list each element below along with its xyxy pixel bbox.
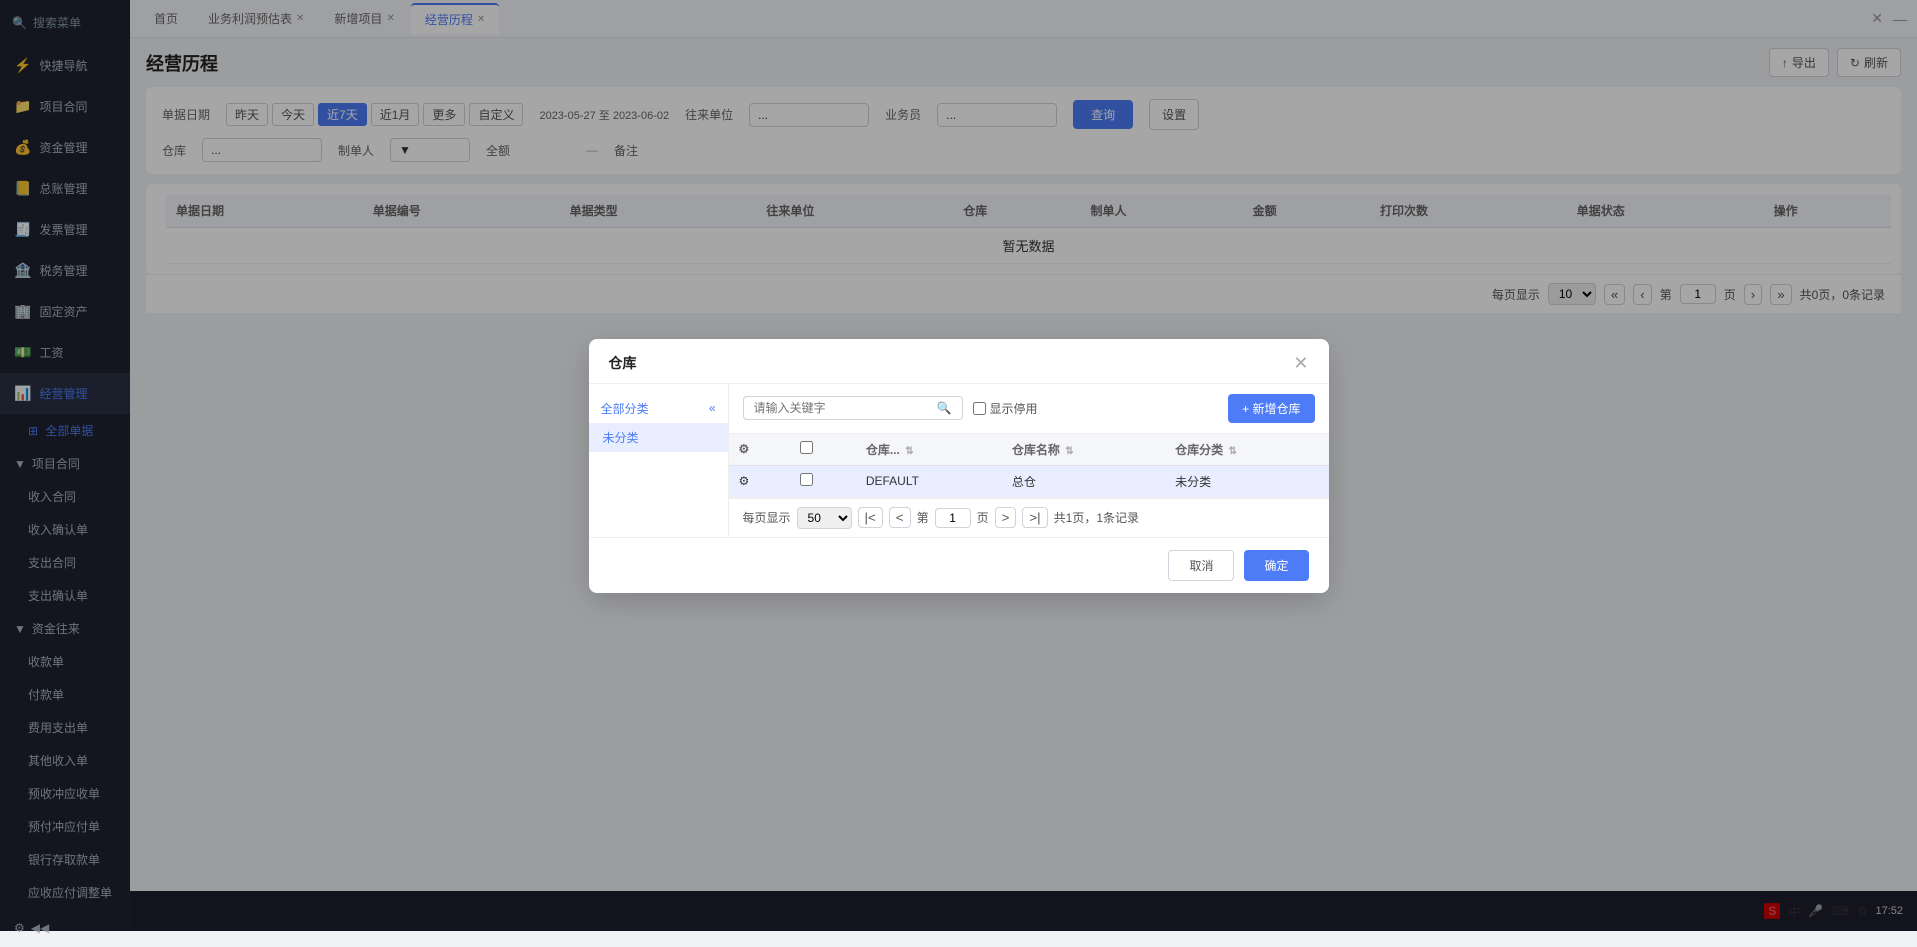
modal-page-label: 第 [917,509,929,526]
sort-icon-code: ⇅ [905,446,913,457]
modal-all-categories[interactable]: 全部分类 « [589,394,728,423]
row-select-checkbox[interactable] [800,473,813,486]
all-categories-label: 全部分类 [601,400,649,417]
modal-page-size-label: 每页显示 [743,509,791,526]
modal-sidebar: 全部分类 « 未分类 [589,384,729,537]
modal-next-page-btn[interactable]: > [995,507,1017,528]
col-name-label: 仓库名称 [1012,443,1060,457]
modal-footer: 每页显示 50 20 100 |< < 第 页 > >| 共1页，1条 [729,498,1329,537]
modal-cat-unclassified[interactable]: 未分类 [589,423,728,452]
modal-title: 仓库 [609,353,637,373]
show-disabled-checkbox-label[interactable]: 显示停用 [973,400,1038,417]
show-disabled-label: 显示停用 [990,400,1038,417]
cancel-button[interactable]: 取消 [1168,550,1234,581]
modal-total-info: 共1页，1条记录 [1054,509,1139,526]
modal-page-suffix: 页 [977,509,989,526]
row-code: DEFAULT [856,465,1002,497]
table-row[interactable]: ⚙ DEFAULT 总仓 未分类 [729,465,1329,497]
modal-body: 全部分类 « 未分类 🔍 显示停用 [589,384,1329,537]
modal-last-page-btn[interactable]: >| [1022,507,1047,528]
modal-content: 🔍 显示停用 + 新增仓库 ⚙ [729,384,1329,537]
modal-prev-page-btn[interactable]: < [889,507,911,528]
modal-col-name[interactable]: 仓库名称 ⇅ [1002,434,1165,466]
show-disabled-checkbox[interactable] [973,402,986,415]
modal-toolbar: 🔍 显示停用 + 新增仓库 [729,384,1329,434]
modal-actions: 取消 确定 [589,537,1329,593]
modal-search-input[interactable] [754,401,937,415]
row-settings: ⚙ [729,465,790,497]
modal-close-button[interactable]: ✕ [1293,354,1308,372]
sort-icon-name: ⇅ [1065,446,1073,457]
modal-header: 仓库 ✕ [589,339,1329,384]
modal-page-input[interactable] [935,508,971,528]
col-code-label: 仓库... [866,443,900,457]
modal-table: ⚙ 仓库... ⇅ 仓库名称 ⇅ [729,434,1329,498]
sort-icon-category: ⇅ [1229,446,1237,457]
modal-col-category[interactable]: 仓库分类 ⇅ [1165,434,1328,466]
row-category: 未分类 [1165,465,1328,497]
row-checkbox[interactable] [790,465,856,497]
unclassified-label: 未分类 [603,431,639,445]
modal-overlay[interactable]: 仓库 ✕ 全部分类 « 未分类 🔍 [0,0,1917,931]
warehouse-modal: 仓库 ✕ 全部分类 « 未分类 🔍 [589,339,1329,593]
confirm-button[interactable]: 确定 [1244,550,1308,581]
col-category-label: 仓库分类 [1175,443,1223,457]
modal-page-size-select[interactable]: 50 20 100 [797,507,852,529]
row-name: 总仓 [1002,465,1165,497]
modal-col-checkbox [790,434,856,466]
modal-search-box[interactable]: 🔍 [743,396,963,420]
add-warehouse-button[interactable]: + 新增仓库 [1228,394,1314,423]
modal-table-wrapper: ⚙ 仓库... ⇅ 仓库名称 ⇅ [729,434,1329,498]
modal-col-settings: ⚙ [729,434,790,466]
modal-col-code[interactable]: 仓库... ⇅ [856,434,1002,466]
pagination-info: 每页显示 50 20 100 |< < 第 页 > >| 共1页，1条 [743,507,1140,529]
collapse-sidebar-icon[interactable]: « [709,401,716,415]
select-all-checkbox[interactable] [800,441,813,454]
search-icon: 🔍 [937,401,952,415]
modal-first-page-btn[interactable]: |< [858,507,883,528]
